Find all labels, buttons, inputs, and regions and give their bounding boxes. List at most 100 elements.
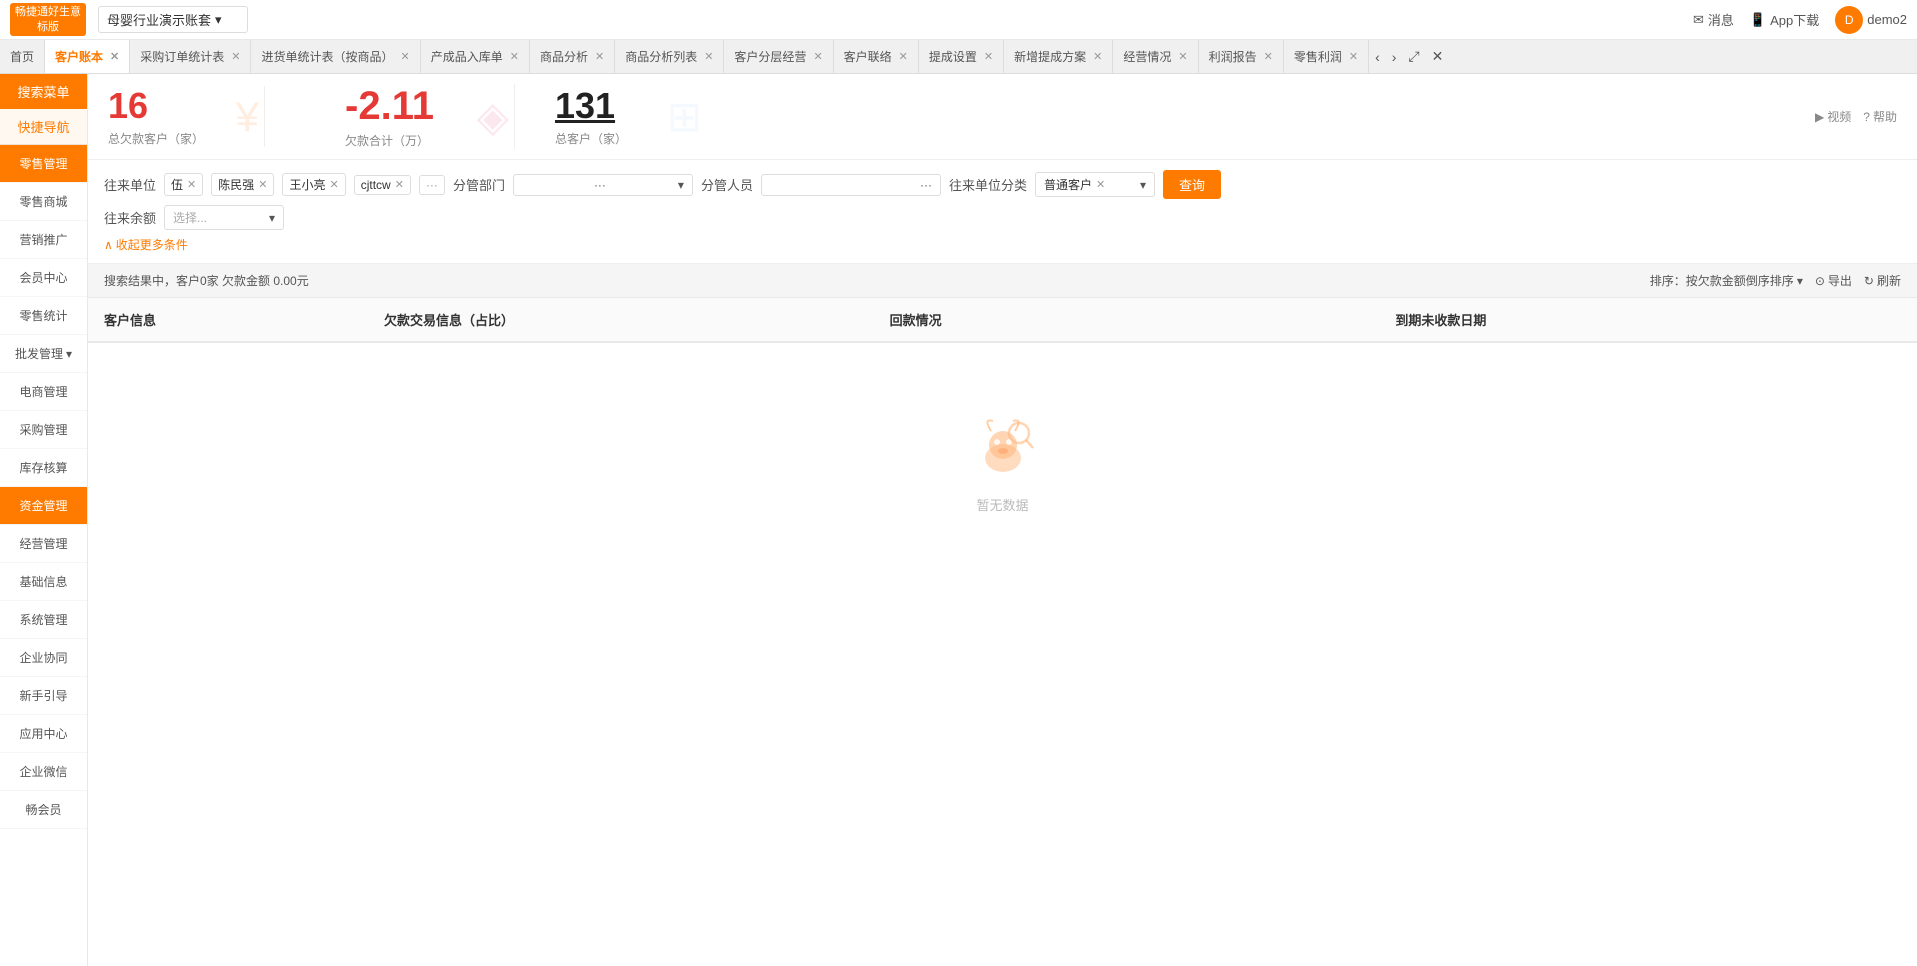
- chevron-down-icon: ▾: [678, 178, 684, 192]
- tab-customer-layer[interactable]: 客户分层经营 ✕: [724, 40, 833, 74]
- export-icon: ⊙: [1815, 274, 1825, 288]
- tab-home[interactable]: 首页: [0, 40, 45, 74]
- sidebar-item-members[interactable]: 会员中心: [0, 259, 87, 297]
- chevron-down-icon: ▾: [1797, 274, 1803, 288]
- close-icon[interactable]: ✕: [231, 50, 240, 63]
- close-icon[interactable]: ✕: [704, 50, 713, 63]
- tab-add-commission[interactable]: 新增提成方案 ✕: [1004, 40, 1113, 74]
- sidebar-item-retail-stats[interactable]: 零售统计: [0, 297, 87, 335]
- remove-tag-wu[interactable]: ✕: [187, 178, 196, 191]
- sidebar-item-vip[interactable]: 畅会员: [0, 791, 87, 829]
- filter-tag-wu[interactable]: 伍 ✕: [164, 173, 203, 196]
- tab-product-analysis[interactable]: 商品分析 ✕: [530, 40, 615, 74]
- tab-business[interactable]: 经营情况 ✕: [1113, 40, 1198, 74]
- filter-tag-cjttcw[interactable]: cjttcw ✕: [354, 175, 411, 195]
- sidebar-item-retail-mall[interactable]: 零售商城: [0, 183, 87, 221]
- sidebar-item-purchase[interactable]: 采购管理: [0, 411, 87, 449]
- app-download-btn[interactable]: 📱 App下载: [1750, 10, 1819, 29]
- remove-tag-cjttcw[interactable]: ✕: [395, 178, 404, 191]
- tab-product-analysis-list[interactable]: 商品分析列表 ✕: [615, 40, 724, 74]
- user-profile-btn[interactable]: D demo2: [1835, 6, 1907, 34]
- message-icon: ✉: [1693, 12, 1704, 28]
- sidebar-item-newbie[interactable]: 新手引导: [0, 677, 87, 715]
- tab-commission-settings[interactable]: 提成设置 ✕: [919, 40, 1004, 74]
- sidebar-item-search[interactable]: 搜索菜单: [0, 74, 87, 109]
- sidebar-item-enterprise[interactable]: 企业协同: [0, 639, 87, 677]
- sidebar-item-retail[interactable]: 零售管理: [0, 145, 87, 183]
- person-label: 分管人员: [701, 175, 753, 194]
- unit-class-select[interactable]: 普通客户 ✕ ▾: [1035, 172, 1155, 197]
- person-select[interactable]: ···: [761, 174, 941, 196]
- tab-scroll-right[interactable]: ›: [1386, 40, 1403, 74]
- close-icon[interactable]: ✕: [984, 50, 993, 63]
- main-layout: 搜索菜单 快捷导航 零售管理 零售商城 营销推广 会员中心 零售统计 批发管理 …: [0, 74, 1917, 966]
- results-summary: 搜索结果中，客户0家 欠款金额 0.00元: [104, 272, 309, 289]
- close-icon[interactable]: ✕: [899, 50, 908, 63]
- close-icon[interactable]: ✕: [401, 50, 410, 63]
- tab-retail-profit[interactable]: 零售利润 ✕: [1284, 40, 1369, 74]
- arrow-icon: ▾: [66, 347, 72, 361]
- sidebar-item-wholesale[interactable]: 批发管理 ▾: [0, 335, 87, 373]
- store-selector[interactable]: 母婴行业演示账套 ▾: [98, 6, 248, 33]
- col-debt-info: 欠款交易信息（占比）: [384, 306, 890, 333]
- close-icon[interactable]: ✕: [1093, 50, 1102, 63]
- balance-select[interactable]: 选择... ▾: [164, 205, 284, 230]
- chevron-down-icon: ▾: [269, 211, 275, 225]
- stat-debt-value: -2.11: [345, 84, 434, 128]
- sidebar-item-basic-info[interactable]: 基础信息: [0, 563, 87, 601]
- sidebar-item-quick-nav[interactable]: 快捷导航: [0, 109, 87, 145]
- sidebar-item-operations[interactable]: 经营管理: [0, 525, 87, 563]
- sidebar-item-ecommerce[interactable]: 电商管理: [0, 373, 87, 411]
- close-icon[interactable]: ✕: [110, 50, 119, 63]
- filter-area: 往来单位 伍 ✕ 陈民强 ✕ 王小亮 ✕ cjttcw ✕ ···: [88, 160, 1917, 264]
- close-icon[interactable]: ✕: [1178, 50, 1187, 63]
- tab-bar: 首页 客户账本 ✕ 采购订单统计表 ✕ 进货单统计表（按商品） ✕ 产成品入库单…: [0, 40, 1917, 74]
- tab-goods-stats[interactable]: 进货单统计表（按商品） ✕: [251, 40, 420, 74]
- sidebar-item-system[interactable]: 系统管理: [0, 601, 87, 639]
- export-button[interactable]: ⊙ 导出: [1815, 272, 1852, 289]
- filter-tag-chen[interactable]: 陈民强 ✕: [211, 173, 274, 196]
- query-button[interactable]: 查询: [1163, 170, 1221, 199]
- remove-tag-wang[interactable]: ✕: [330, 178, 339, 191]
- tab-profit-report[interactable]: 利润报告 ✕: [1199, 40, 1284, 74]
- avatar: D: [1835, 6, 1863, 34]
- tab-finished-goods[interactable]: 产成品入库单 ✕: [421, 40, 530, 74]
- remove-tag-normal[interactable]: ✕: [1096, 178, 1105, 191]
- dept-select[interactable]: ··· ▾: [513, 174, 693, 196]
- close-icon[interactable]: ✕: [595, 50, 604, 63]
- close-icon[interactable]: ✕: [813, 50, 822, 63]
- tab-expand[interactable]: ⤢: [1402, 40, 1425, 74]
- unit-class-label: 往来单位分类: [949, 175, 1027, 194]
- stat-total-value: 131: [555, 86, 627, 126]
- stat-total-label: 总客户（家）: [555, 130, 627, 147]
- refresh-button[interactable]: ↻ 刷新: [1864, 272, 1901, 289]
- filter-tag-wang[interactable]: 王小亮 ✕: [282, 173, 345, 196]
- sort-button[interactable]: 排序：按欠款金额倒序排序 ▾: [1650, 272, 1803, 289]
- logo: 畅捷通好生意 标版: [10, 3, 86, 36]
- stats-bar: ¥ 16 总欠款客户（家） ◈ -2.11 欠款合计（万） ⊞ 131 总客户（…: [88, 74, 1917, 160]
- filter-more-tags[interactable]: ···: [419, 175, 445, 195]
- tab-close-all[interactable]: ✕: [1426, 40, 1450, 74]
- tab-customer-ledger[interactable]: 客户账本 ✕: [45, 40, 130, 74]
- person-ellipsis: ···: [920, 178, 932, 192]
- tab-scroll-left[interactable]: ‹: [1369, 40, 1386, 74]
- close-icon[interactable]: ✕: [1349, 50, 1358, 63]
- filter-tag-normal[interactable]: 普通客户 ✕: [1044, 176, 1105, 193]
- collapse-button[interactable]: ∧ 收起更多条件: [104, 236, 188, 253]
- messages-btn[interactable]: ✉ 消息: [1693, 10, 1734, 29]
- tab-purchase-order[interactable]: 采购订单统计表 ✕: [130, 40, 251, 74]
- stat-debt-label: 欠款合计（万）: [345, 132, 434, 149]
- sidebar-item-inventory[interactable]: 库存核算: [0, 449, 87, 487]
- tab-customer-contact[interactable]: 客户联络 ✕: [834, 40, 919, 74]
- question-icon: ?: [1863, 110, 1870, 124]
- sidebar-item-marketing[interactable]: 营销推广: [0, 221, 87, 259]
- sidebar-item-app-center[interactable]: 应用中心: [0, 715, 87, 753]
- sidebar-item-wechat[interactable]: 企业微信: [0, 753, 87, 791]
- sidebar-item-finance[interactable]: 资金管理: [0, 487, 87, 525]
- close-icon[interactable]: ✕: [1264, 50, 1273, 63]
- col-repayment: 回款情况: [890, 306, 1396, 333]
- remove-tag-chen[interactable]: ✕: [258, 178, 267, 191]
- close-icon[interactable]: ✕: [510, 50, 519, 63]
- video-link[interactable]: ▶ 视频: [1815, 108, 1851, 125]
- help-link[interactable]: ? 帮助: [1863, 108, 1897, 125]
